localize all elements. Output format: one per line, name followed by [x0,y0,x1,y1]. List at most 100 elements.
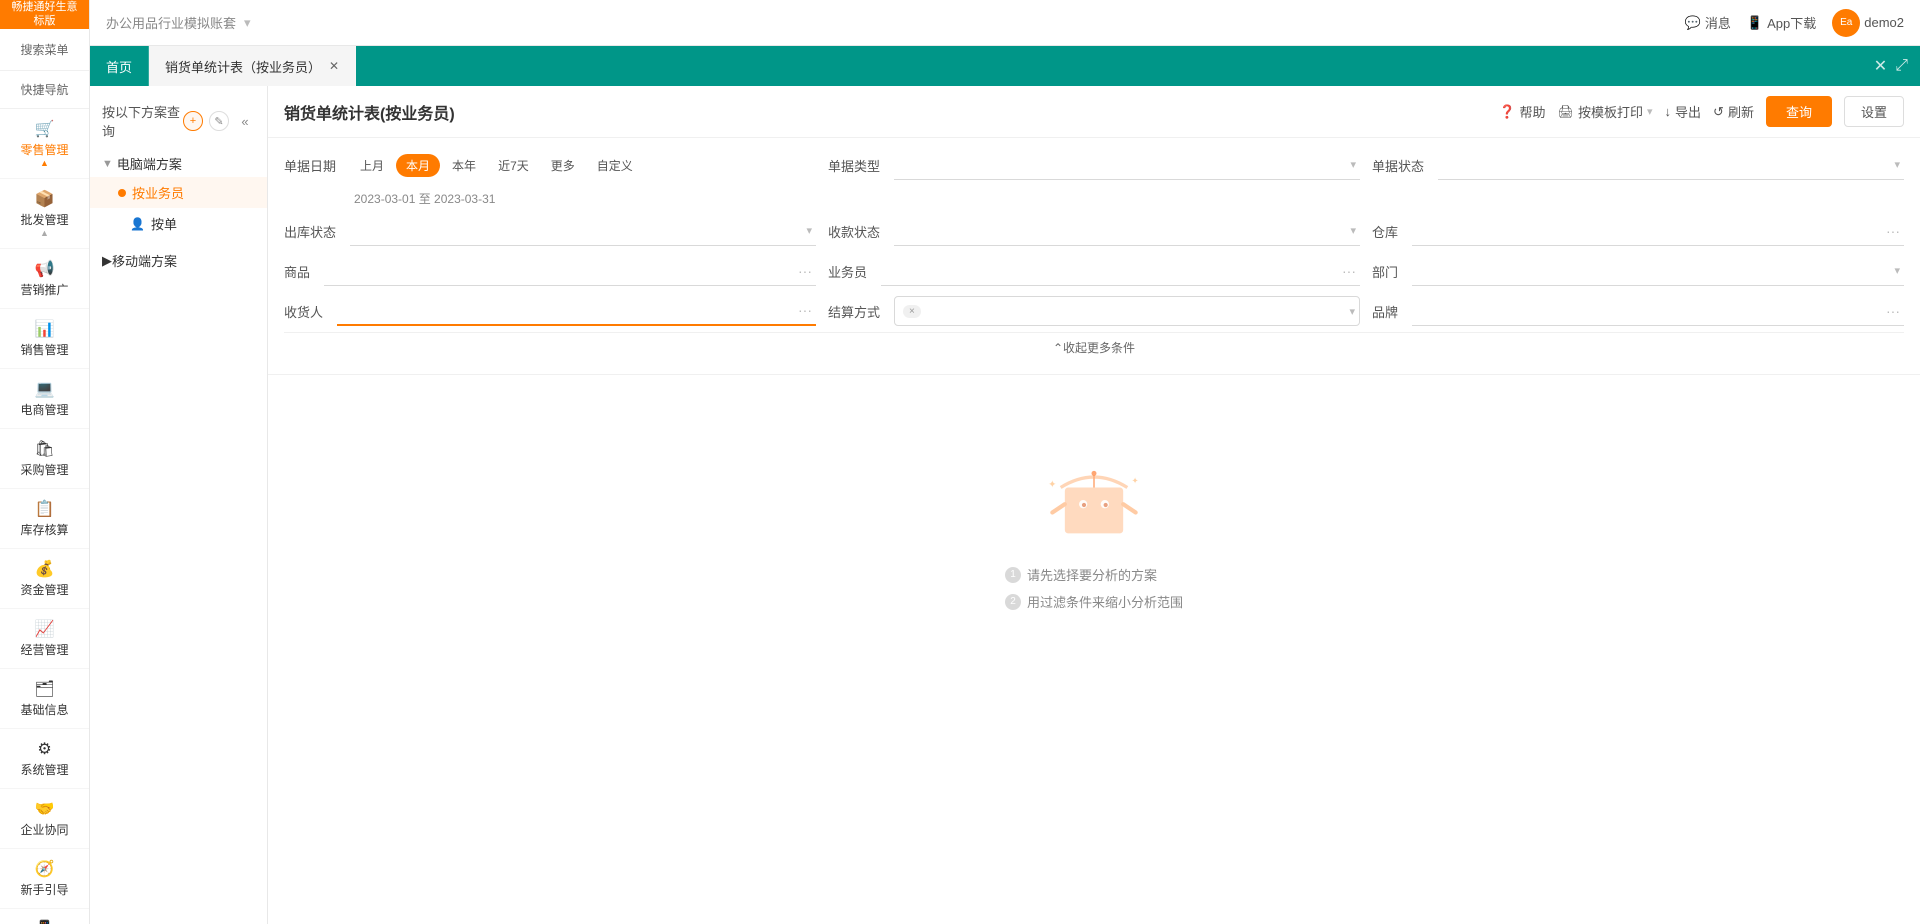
tab-this-month[interactable]: 本月 [396,154,440,177]
date-label: 单据日期 [284,156,336,175]
export-btn[interactable]: ↓ 导出 [1665,102,1702,121]
sub-icon: 👤 [130,217,145,231]
scheme-item-by-order[interactable]: 👤 按单 [90,208,267,239]
doc-type-control[interactable] [894,150,1360,180]
scheme-edit-btn[interactable]: ✎ [209,111,229,131]
quick-nav-label[interactable]: 快捷导航 [20,77,68,102]
mobile-scheme-header[interactable]: ▶ 移动端方案 [90,247,267,274]
sidebar-item-appstore[interactable]: 📱 应用中心 [0,909,89,924]
tab-last-month[interactable]: 上月 [350,154,394,177]
doc-status-filter: 单据状态 [1372,150,1904,180]
sidebar-item-marketing-label: 营销推广 [20,281,68,298]
sidebar-item-retail[interactable]: 🛒 零售管理 ▲ [0,109,89,179]
settlement-tag-close[interactable]: × [909,306,915,317]
collapse-label: 收起更多条件 [1063,339,1135,356]
tab-more[interactable]: 更多 [541,154,585,177]
avatar: Ea [1832,9,1860,37]
collab-icon: 🤝 [35,799,55,819]
department-control[interactable] [1412,256,1904,286]
retail-icon: 🛒 [35,119,55,139]
payment-status-control[interactable] [894,216,1360,246]
salesperson-label: 业务员 [828,262,867,281]
pc-arrow-icon: ▼ [102,158,113,170]
tab-home[interactable]: 首页 [90,46,149,86]
logo-subtext: 标版 [34,14,56,28]
salesperson-control[interactable] [881,256,1360,286]
scheme-item-salesperson[interactable]: 按业务员 [90,177,267,208]
tab-sales-stat[interactable]: 销货单统计表（按业务员） ✕ [149,46,356,86]
sidebar-item-collab-label: 企业协同 [20,821,68,838]
sidebar-item-ecommerce[interactable]: 💻 电商管理 [0,369,89,429]
tab-expand-btn[interactable]: ⤢ [1895,57,1908,75]
query-button[interactable]: 查询 [1766,96,1832,127]
collapse-more-btn[interactable]: ⌃ 收起更多条件 [284,332,1904,362]
sidebar: 畅捷通好生意 标版 搜索菜单 快捷导航 🛒 零售管理 ▲ 📦 批发管理 ▲ 📢 … [0,0,90,924]
scheme-collapse-btn[interactable]: « [235,111,255,131]
sidebar-item-basic-label: 基础信息 [20,701,68,718]
tab-custom[interactable]: 自定义 [587,154,643,177]
sidebar-item-purchase[interactable]: 🛍 采购管理 [0,429,89,489]
sidebar-item-operations[interactable]: 📈 经营管理 [0,609,89,669]
ecommerce-icon: 💻 [35,379,55,399]
tip-text-2: 用过滤条件来缩小分析范围 [1027,592,1183,611]
payment-status-label: 收款状态 [828,222,880,241]
message-btn[interactable]: 💬 消息 [1685,13,1731,32]
print-btn[interactable]: 🖨 按模板打印 ▾ [1557,102,1652,121]
print-dropdown-icon: ▾ [1647,105,1653,118]
ship-status-control[interactable] [350,216,816,246]
settlement-label: 结算方式 [828,302,880,321]
sidebar-item-system[interactable]: ⚙ 系统管理 [0,729,89,789]
tab-close-window-btn[interactable]: ✕ [1874,56,1887,76]
date-range-display: 2023-03-01 至 2023-03-31 [354,192,495,206]
settlement-control[interactable]: × [894,296,1360,326]
sidebar-item-finance[interactable]: 💰 资金管理 [0,549,89,609]
tab-close-btn[interactable]: ✕ [329,59,339,73]
scheme-add-btn[interactable]: + [183,111,203,131]
main-area: 办公用品行业模拟账套 ▾ 💬 消息 📱 App下载 Ea demo2 首页 [90,0,1920,924]
sidebar-item-inventory[interactable]: 📋 库存核算 [0,489,89,549]
goods-control[interactable] [324,256,816,286]
scheme-item-salesperson-label: 按业务员 [132,183,184,202]
page-actions: ❓ 帮助 🖨 按模板打印 ▾ ↓ 导出 ↺ 刷新 [1499,96,1904,127]
doc-type-filter: 单据类型 [828,150,1360,180]
breadcrumb-dropdown-icon[interactable]: ▾ [244,15,251,31]
svg-text:✦: ✦ [1132,475,1139,485]
user-info[interactable]: Ea demo2 [1832,9,1904,37]
pc-scheme-header[interactable]: ▼ 电脑端方案 [90,150,267,177]
brand-filter: 品牌 [1372,296,1904,326]
sidebar-item-marketing[interactable]: 📢 营销推广 [0,249,89,309]
warehouse-control[interactable] [1412,216,1904,246]
setting-button[interactable]: 设置 [1844,96,1904,127]
tab-last7[interactable]: 近7天 [488,154,539,177]
help-btn[interactable]: ❓ 帮助 [1499,102,1545,121]
active-dot [118,189,126,197]
sidebar-item-sales[interactable]: 📊 销售管理 [0,309,89,369]
inventory-icon: 📋 [35,499,55,519]
collapse-icon: ⌃ [1053,341,1063,355]
tab-home-label: 首页 [106,57,132,76]
ship-status-label: 出库状态 [284,222,336,241]
brand-control[interactable] [1412,296,1904,326]
chevron-up-icon: ▲ [40,228,49,238]
sidebar-item-purchase-label: 采购管理 [20,461,68,478]
sidebar-item-guide[interactable]: 🧭 新手引导 [0,849,89,909]
receiver-control[interactable] [337,296,816,326]
search-menu-label[interactable]: 搜索菜单 [20,37,68,62]
header-left: 办公用品行业模拟账套 ▾ [106,13,251,32]
sidebar-item-collab[interactable]: 🤝 企业协同 [0,789,89,849]
sidebar-item-basic[interactable]: 🗂 基础信息 [0,669,89,729]
department-filter: 部门 [1372,256,1904,286]
appstore-icon: 📱 [35,919,55,924]
app-download-btn[interactable]: 📱 App下载 [1747,13,1816,32]
doc-status-control[interactable] [1438,150,1904,180]
tab-bar: 首页 销货单统计表（按业务员） ✕ ✕ ⤢ [90,46,1920,86]
sidebar-item-sales-label: 销售管理 [20,341,68,358]
wholesale-icon: 📦 [35,189,55,209]
sidebar-item-wholesale[interactable]: 📦 批发管理 ▲ [0,179,89,249]
pc-scheme-label: 电脑端方案 [117,154,182,173]
sidebar-item-system-label: 系统管理 [20,761,68,778]
refresh-btn[interactable]: ↺ 刷新 [1713,102,1754,121]
mobile-scheme-label: 移动端方案 [112,251,177,270]
sidebar-item-operations-label: 经营管理 [20,641,68,658]
tab-this-year[interactable]: 本年 [442,154,486,177]
